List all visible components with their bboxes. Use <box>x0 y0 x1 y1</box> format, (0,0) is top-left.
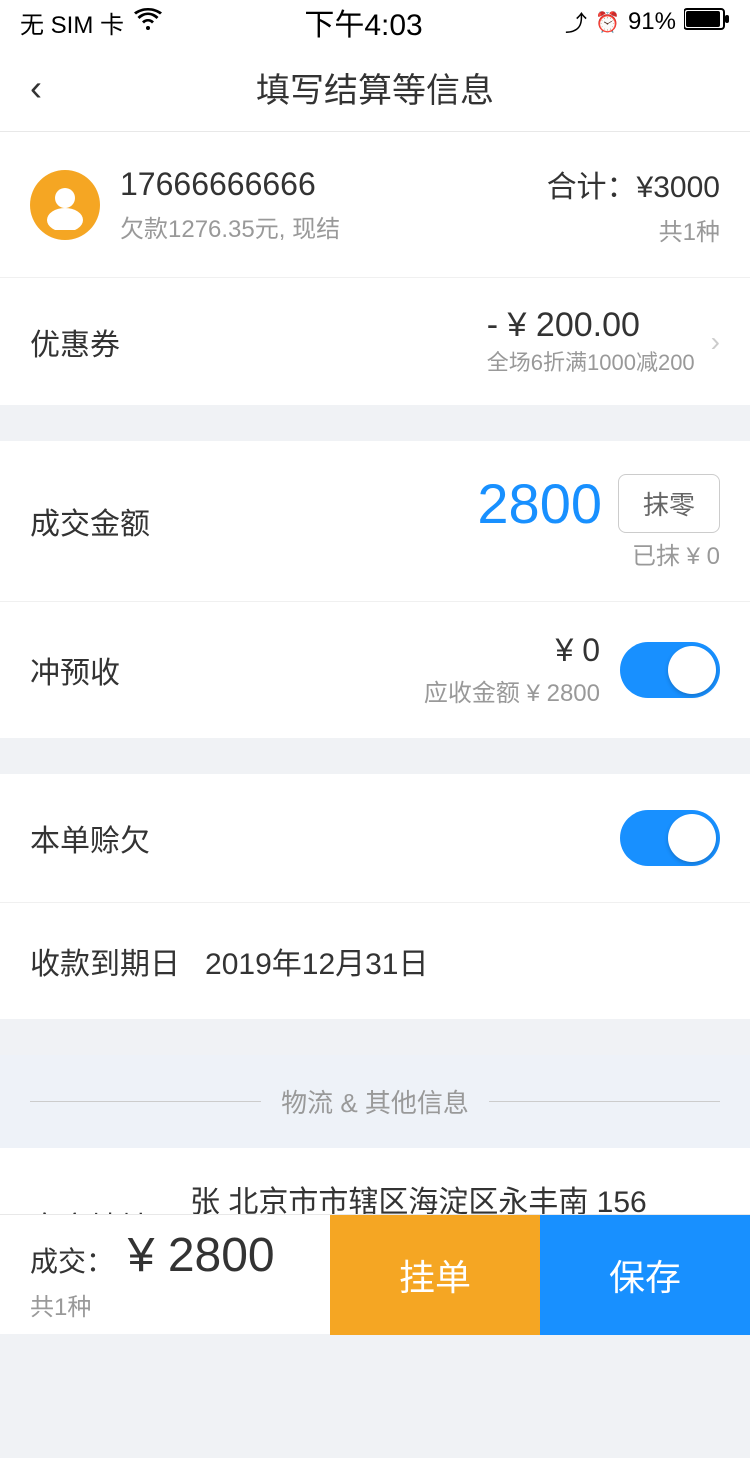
round-zero-button[interactable]: 抹零 <box>618 474 720 533</box>
status-bar: 无 SIM 卡 下午4:03 ⤴ ⏰ 91% <box>0 0 750 44</box>
section-divider-2 <box>0 754 750 774</box>
deal-amount-sub: 已抹 ¥ 0 <box>632 536 720 571</box>
deal-amount-card: 成交金额 2800 抹零 已抹 ¥ 0 冲预收 ¥ 0 应收金额 ¥ 2800 <box>0 441 750 738</box>
wifi-icon <box>134 8 162 37</box>
avatar <box>30 170 100 240</box>
bottom-deal-row: 成交： ¥ 2800 <box>30 1228 300 1283</box>
coupon-desc: 全场6折满1000减200 <box>487 345 695 377</box>
due-date-label: 收款到期日 <box>30 948 180 981</box>
section-header-line-right <box>489 1101 720 1102</box>
hold-button[interactable]: 挂单 <box>330 1215 540 1335</box>
location-icon: ⤴ <box>565 6 587 38</box>
debit-row: 本单赊欠 <box>0 774 750 902</box>
due-date-value: 2019年12月31日 <box>205 948 428 981</box>
prepay-amount-col: ¥ 0 应收金额 ¥ 2800 <box>424 632 600 708</box>
back-button[interactable]: ‹ <box>30 67 42 109</box>
section-divider-3 <box>0 1035 750 1055</box>
nav-bar: ‹ 填写结算等信息 <box>0 44 750 132</box>
customer-info: 17666666666 欠款1276.35元, 现结 <box>120 166 340 244</box>
status-left: 无 SIM 卡 <box>20 5 162 40</box>
deal-amount-value-area: 2800 抹零 已抹 ¥ 0 <box>477 471 720 571</box>
deal-amount-value: 2800 <box>477 471 602 536</box>
alarm-icon: ⏰ <box>595 10 620 35</box>
chevron-right-icon: › <box>711 326 720 358</box>
prepayment-toggle[interactable] <box>620 642 720 698</box>
prepay-amount: ¥ 0 <box>424 632 600 669</box>
coupon-row[interactable]: 优惠券 - ¥ 200.00 全场6折满1000减200 › <box>0 277 750 405</box>
section-header: 物流 & 其他信息 <box>0 1055 750 1148</box>
bottom-summary: 成交： ¥ 2800 共1种 <box>0 1228 330 1322</box>
save-button[interactable]: 保存 <box>540 1215 750 1335</box>
section-header-text: 物流 & 其他信息 <box>281 1083 469 1120</box>
section-divider-1 <box>0 421 750 441</box>
due-date-row: 收款到期日 2019年12月31日 <box>0 902 750 1019</box>
customer-row: 17666666666 欠款1276.35元, 现结 合计：¥3000 共1种 <box>0 132 750 277</box>
no-sim-text: 无 SIM 卡 <box>20 5 124 40</box>
bottom-count: 共1种 <box>30 1287 300 1322</box>
deal-amount-row: 成交金额 2800 抹零 已抹 ¥ 0 <box>0 441 750 602</box>
prepay-receivable: 应收金额 ¥ 2800 <box>424 673 600 708</box>
prepayment-label: 冲预收 <box>30 648 170 692</box>
status-right: ⤴ ⏰ 91% <box>565 6 730 38</box>
prepayment-row: 冲预收 ¥ 0 应收金额 ¥ 2800 <box>0 602 750 738</box>
coupon-amount: - ¥ 200.00 <box>487 306 695 345</box>
total-count: 共1种 <box>547 212 720 247</box>
section-header-line-left <box>30 1101 261 1102</box>
customer-right: 合计：¥3000 共1种 <box>547 162 720 247</box>
customer-debt: 欠款1276.35元, 现结 <box>120 209 340 244</box>
total-amount: 合计：¥3000 <box>547 162 720 206</box>
coupon-label: 优惠券 <box>30 320 120 364</box>
debit-label: 本单赊欠 <box>30 816 150 860</box>
battery-icon <box>684 7 730 38</box>
customer-left: 17666666666 欠款1276.35元, 现结 <box>30 166 340 244</box>
debit-card: 本单赊欠 收款到期日 2019年12月31日 <box>0 774 750 1019</box>
customer-phone: 17666666666 <box>120 166 340 203</box>
debit-toggle-knob <box>668 814 716 862</box>
coupon-right: - ¥ 200.00 全场6折满1000减200 › <box>487 306 720 377</box>
coupon-value-col: - ¥ 200.00 全场6折满1000减200 <box>487 306 695 377</box>
toggle-knob <box>668 646 716 694</box>
bottom-deal-label: 成交： <box>30 1246 114 1277</box>
battery-text: 91% <box>628 8 676 36</box>
prepay-right: ¥ 0 应收金额 ¥ 2800 <box>424 632 720 708</box>
bottom-deal-amount: ¥ 2800 <box>128 1229 275 1282</box>
deal-amount-col: 2800 抹零 已抹 ¥ 0 <box>477 471 720 571</box>
customer-card: 17666666666 欠款1276.35元, 现结 合计：¥3000 共1种 … <box>0 132 750 405</box>
page-title: 填写结算等信息 <box>256 63 494 112</box>
debit-toggle[interactable] <box>620 810 720 866</box>
due-date-text: 收款到期日 2019年12月31日 <box>30 948 429 981</box>
deal-amount-label: 成交金额 <box>30 499 170 543</box>
status-time: 下午4:03 <box>304 0 422 44</box>
bottom-bar: 成交： ¥ 2800 共1种 挂单 保存 <box>0 1214 750 1334</box>
